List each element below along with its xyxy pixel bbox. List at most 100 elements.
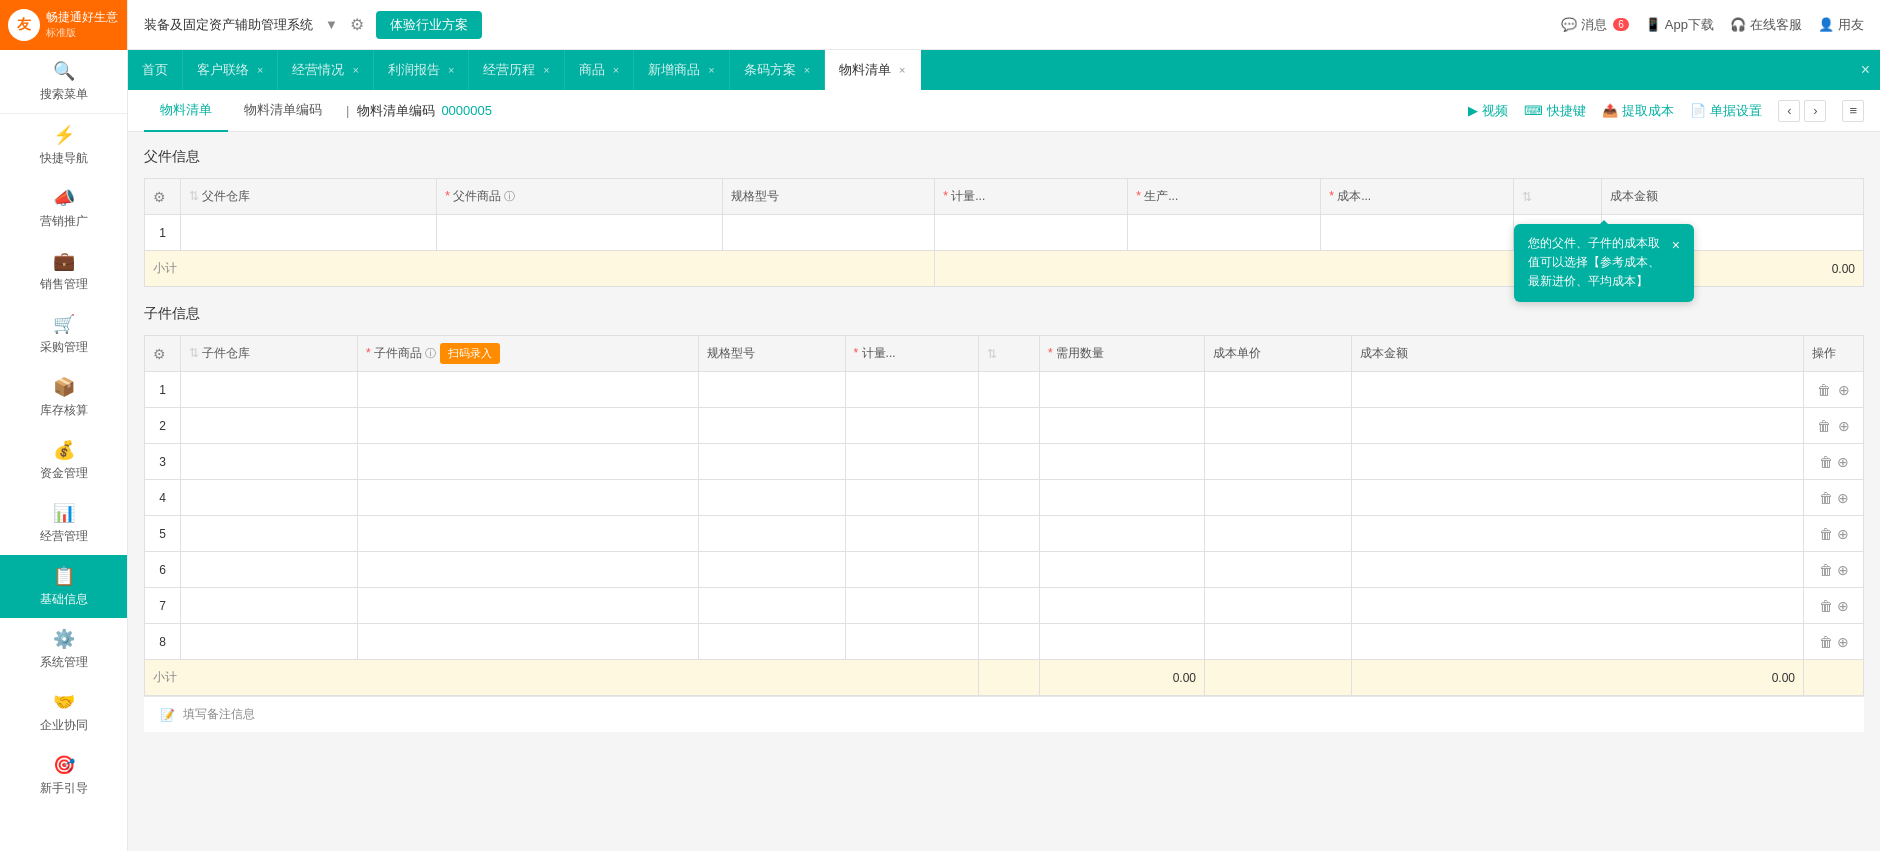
delete-icon-2[interactable]: 🗑 [1817, 418, 1831, 434]
single-settings-action[interactable]: 📄 单据设置 [1690, 102, 1762, 120]
parent-cell-product[interactable] [437, 215, 723, 251]
delete-icon-3[interactable]: 🗑 [1819, 454, 1833, 470]
delete-icon-4[interactable]: 🗑 [1819, 490, 1833, 506]
child-settings-icon[interactable]: ⚙ [153, 346, 166, 362]
copy-icon-8[interactable]: ⊕ [1837, 634, 1849, 650]
delete-icon-6[interactable]: 🗑 [1819, 562, 1833, 578]
nav-tab-profit-close[interactable]: × [448, 64, 454, 76]
sub-tab-bom[interactable]: 物料清单 [144, 90, 228, 132]
parent-cell-cost[interactable] [1321, 215, 1514, 251]
app-download-label: App下载 [1665, 16, 1714, 34]
nav-tab-customers-close[interactable]: × [257, 64, 263, 76]
child-row-1-unit[interactable] [845, 372, 978, 408]
copy-icon-7[interactable]: ⊕ [1837, 598, 1849, 614]
child-row-1-warehouse[interactable] [181, 372, 358, 408]
copy-icon[interactable]: ⊕ [1838, 382, 1850, 398]
sidebar-item-collab[interactable]: 🤝 企业协同 [0, 681, 127, 744]
nav-tab-products[interactable]: 商品 × [565, 50, 634, 90]
extract-cost-action[interactable]: 📤 提取成本 [1602, 102, 1674, 120]
parent-cell-warehouse[interactable] [181, 215, 437, 251]
nav-tab-profit[interactable]: 利润报告 × [374, 50, 469, 90]
user-action[interactable]: 👤 用友 [1818, 16, 1864, 34]
parent-th-cost: * 成本... [1321, 179, 1514, 215]
sidebar-item-basic-info[interactable]: 📋 基础信息 [0, 555, 127, 618]
gear-settings-icon[interactable]: ⚙ [350, 15, 364, 34]
tooltip-close-button[interactable]: × [1672, 234, 1680, 256]
close-all-tabs-button[interactable]: × [1851, 50, 1880, 90]
online-service-action[interactable]: 🎧 在线客服 [1730, 16, 1802, 34]
child-row-2-qty[interactable] [1040, 408, 1205, 444]
parent-cell-produce[interactable] [1128, 215, 1321, 251]
sidebar-item-quick-nav[interactable]: ⚡ 快捷导航 [0, 114, 127, 177]
delete-icon-5[interactable]: 🗑 [1819, 526, 1833, 542]
nav-tab-operations[interactable]: 经营情况 × [278, 50, 373, 90]
child-row-1-product[interactable] [358, 372, 699, 408]
view-action[interactable]: ▶ 视频 [1468, 102, 1508, 120]
sidebar-item-inventory[interactable]: 📦 库存核算 [0, 366, 127, 429]
child-row-2-spec[interactable] [698, 408, 845, 444]
sidebar-item-operations[interactable]: 📊 经营管理 [0, 492, 127, 555]
trial-button[interactable]: 体验行业方案 [376, 11, 482, 39]
shortcut-action[interactable]: ⌨ 快捷键 [1524, 102, 1586, 120]
nav-tab-operations-close[interactable]: × [352, 64, 358, 76]
copy-icon-6[interactable]: ⊕ [1837, 562, 1849, 578]
extract-icon: 📤 [1602, 103, 1618, 118]
next-arrow[interactable]: › [1804, 100, 1826, 122]
child-row-1-cost-amount[interactable] [1351, 372, 1803, 408]
sub-tabs-bar: 物料清单 物料清单编码 | 物料清单编码 0000005 ▶ 视频 ⌨ 快捷键 … [128, 90, 1880, 132]
message-action[interactable]: 💬 消息 6 [1561, 16, 1629, 34]
prev-arrow[interactable]: ‹ [1778, 100, 1800, 122]
dropdown-arrow-icon[interactable]: ▼ [325, 17, 338, 32]
sidebar-item-finance[interactable]: 💰 资金管理 [0, 429, 127, 492]
parent-cell-unit[interactable] [935, 215, 1128, 251]
app-title: 畅捷通好生意 [46, 10, 118, 26]
nav-tab-barcode-close[interactable]: × [804, 64, 810, 76]
delete-icon-8[interactable]: 🗑 [1819, 634, 1833, 650]
sidebar-item-purchase[interactable]: 🛒 采购管理 [0, 303, 127, 366]
menu-icon[interactable]: ≡ [1842, 100, 1864, 122]
delete-icon[interactable]: 🗑 [1817, 382, 1831, 398]
nav-tabs: 首页 客户联络 × 经营情况 × 利润报告 × 经营历程 × 商品 × 新增商品… [128, 50, 1880, 90]
nav-tab-history[interactable]: 经营历程 × [469, 50, 564, 90]
settings-icon[interactable]: ⚙ [153, 189, 166, 205]
sub-tab-code[interactable]: 物料清单编码 [228, 90, 338, 132]
sidebar-item-sales[interactable]: 💼 销售管理 [0, 240, 127, 303]
child-row-1-spec[interactable] [698, 372, 845, 408]
copy-icon-3[interactable]: ⊕ [1837, 454, 1849, 470]
sidebar-item-system[interactable]: ⚙️ 系统管理 [0, 618, 127, 681]
copy-icon-4[interactable]: ⊕ [1837, 490, 1849, 506]
message-badge: 6 [1613, 18, 1629, 31]
child-row-2-cost-amount[interactable] [1351, 408, 1803, 444]
scan-button[interactable]: 扫码录入 [440, 343, 500, 364]
sidebar-item-guide[interactable]: 🎯 新手引导 [0, 744, 127, 807]
child-row-1-unit-cost[interactable] [1205, 372, 1352, 408]
nav-tab-bom-close[interactable]: × [899, 64, 905, 76]
nav-tab-products-close[interactable]: × [613, 64, 619, 76]
child-row-1-qty[interactable] [1040, 372, 1205, 408]
child-row-2-warehouse[interactable] [181, 408, 358, 444]
nav-tab-customers[interactable]: 客户联络 × [183, 50, 278, 90]
child-row-2-unit-cost[interactable] [1205, 408, 1352, 444]
topbar: 装备及固定资产辅助管理系统 ▼ ⚙ 体验行业方案 💬 消息 6 📱 App下载 … [128, 0, 1880, 50]
copy-icon-2[interactable]: ⊕ [1838, 418, 1850, 434]
nav-tab-home[interactable]: 首页 [128, 50, 183, 90]
copy-icon-5[interactable]: ⊕ [1837, 526, 1849, 542]
child-row-2-product[interactable] [358, 408, 699, 444]
child-th-sort: ⇅ [978, 336, 1039, 372]
view-label: 视频 [1482, 102, 1508, 120]
delete-icon-7[interactable]: 🗑 [1819, 598, 1833, 614]
sidebar-item-marketing[interactable]: 📣 营销推广 [0, 177, 127, 240]
nav-tab-bom[interactable]: 物料清单 × [825, 50, 920, 90]
child-th-spec: 规格型号 [698, 336, 845, 372]
nav-tab-history-close[interactable]: × [543, 64, 549, 76]
nav-tab-new-product-close[interactable]: × [708, 64, 714, 76]
nav-tab-operations-label: 经营情况 [292, 61, 344, 79]
parent-cell-spec[interactable] [722, 215, 935, 251]
app-download-action[interactable]: 📱 App下载 [1645, 16, 1714, 34]
nav-tab-new-product[interactable]: 新增商品 × [634, 50, 729, 90]
doc-settings-icon: 📄 [1690, 103, 1706, 118]
logo-icon: 友 [8, 9, 40, 41]
nav-tab-barcode[interactable]: 条码方案 × [730, 50, 825, 90]
child-row-2-unit[interactable] [845, 408, 978, 444]
sidebar-item-search[interactable]: 🔍 搜索菜单 [0, 50, 127, 114]
